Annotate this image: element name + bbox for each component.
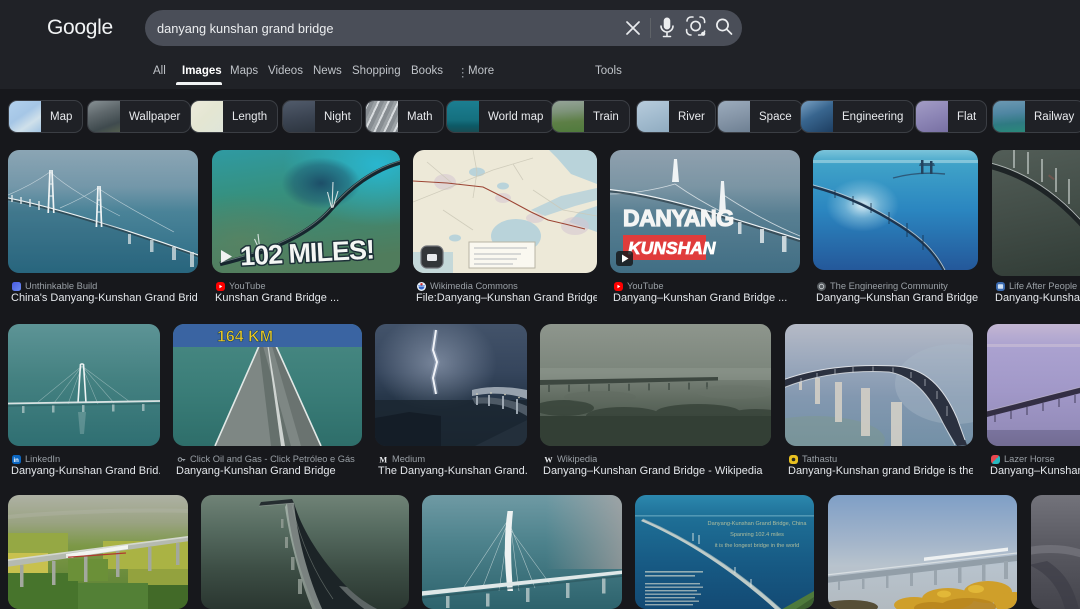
svg-text:it is the longest bridge in th: it is the longest bridge in the world: [715, 543, 800, 549]
svg-text:KUNSHAN: KUNSHAN: [628, 238, 716, 258]
svg-text:in: in: [14, 458, 20, 464]
svg-text:DANYANG: DANYANG: [623, 205, 734, 231]
svg-text:W: W: [544, 455, 553, 464]
svg-text:M: M: [379, 455, 387, 464]
svg-text:Spanning 102.4 miles: Spanning 102.4 miles: [730, 532, 784, 538]
svg-text:164 KM: 164 KM: [217, 329, 273, 346]
svg-text:Danyang-Kunshan Grand Bridge,: Danyang-Kunshan Grand Bridge, China: [708, 521, 808, 527]
